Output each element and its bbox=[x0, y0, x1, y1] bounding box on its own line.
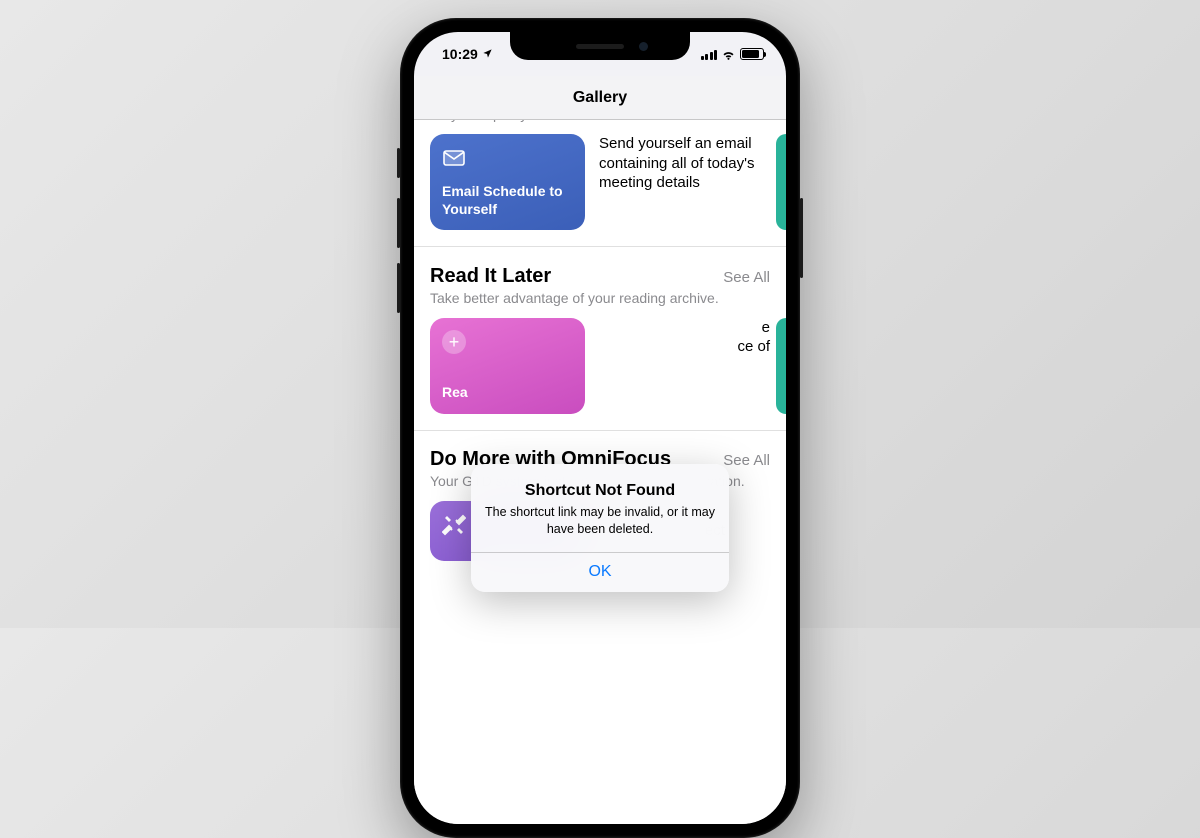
side-button bbox=[800, 198, 803, 278]
cellular-signal-icon bbox=[701, 49, 718, 60]
next-card-peek[interactable] bbox=[776, 318, 786, 414]
alert-title: Shortcut Not Found bbox=[485, 482, 715, 500]
mail-icon bbox=[442, 146, 466, 170]
see-all-link[interactable]: See All bbox=[723, 269, 770, 286]
alert-ok-button[interactable]: OK bbox=[471, 552, 729, 592]
volume-down bbox=[397, 263, 400, 313]
speaker bbox=[576, 44, 624, 49]
screen: 10:29 Gallery Put It on th bbox=[414, 32, 786, 824]
wifi-icon bbox=[721, 49, 736, 60]
section-subtitle: Take better advantage of your reading ar… bbox=[430, 290, 770, 306]
notch bbox=[510, 32, 690, 60]
see-all-link[interactable]: See All bbox=[723, 452, 770, 469]
volume-up bbox=[397, 198, 400, 248]
iphone-frame: 10:29 Gallery Put It on th bbox=[400, 18, 800, 838]
status-time: 10:29 bbox=[442, 46, 478, 62]
section-subtitle: Stay on top of your schedule. bbox=[430, 120, 770, 122]
section-title: Read It Later bbox=[430, 265, 551, 288]
shortcut-card-desc: e ce of bbox=[599, 318, 770, 414]
alert-dialog: Shortcut Not Found The shortcut link may… bbox=[471, 464, 729, 592]
alert-message: The shortcut link may be invalid, or it … bbox=[485, 504, 715, 538]
shortcut-card-desc: Send yourself an email containing all of… bbox=[599, 134, 770, 230]
shortcut-card-title: Email Schedule to Yourself bbox=[442, 183, 573, 218]
nav-title: Gallery bbox=[573, 89, 627, 107]
front-camera bbox=[639, 42, 648, 51]
shortcut-card-read[interactable]: + Rea bbox=[430, 318, 585, 414]
section-calendar: Put It on the Calendar See All Stay on t… bbox=[430, 120, 770, 247]
next-card-peek[interactable] bbox=[776, 134, 786, 230]
battery-icon bbox=[740, 48, 764, 60]
section-read-later: Read It Later See All Take better advant… bbox=[430, 247, 770, 431]
shortcut-card-title: Rea bbox=[442, 384, 573, 402]
mute-switch bbox=[397, 148, 400, 178]
location-icon bbox=[482, 46, 493, 62]
tools-icon bbox=[442, 513, 466, 537]
shortcut-card-email-schedule[interactable]: Email Schedule to Yourself bbox=[430, 134, 585, 230]
nav-bar: Gallery bbox=[414, 76, 786, 120]
plus-icon: + bbox=[442, 330, 466, 354]
